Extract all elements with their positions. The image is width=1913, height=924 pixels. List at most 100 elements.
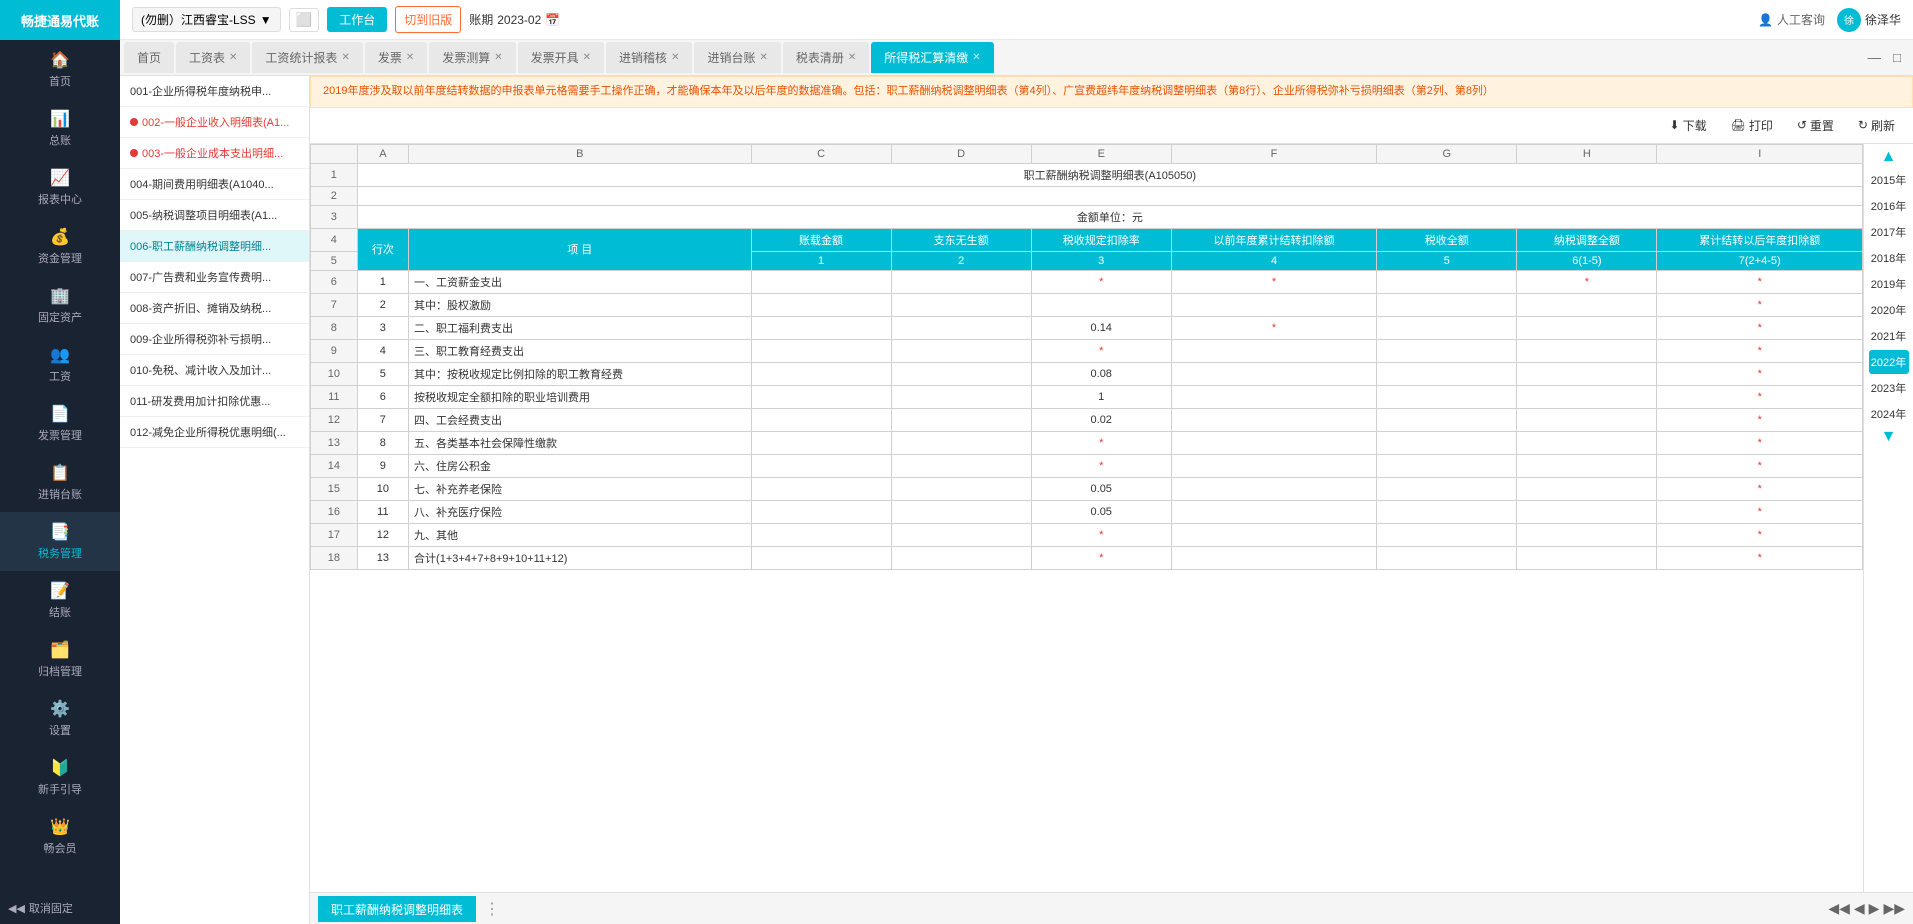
calendar-icon[interactable]: 📅	[545, 13, 560, 27]
row-8-g[interactable]	[1377, 316, 1517, 339]
row-7-h[interactable]	[1517, 293, 1657, 316]
row-12-c[interactable]	[751, 408, 891, 431]
row-13-c[interactable]	[751, 431, 891, 454]
row-11-g[interactable]	[1377, 385, 1517, 408]
refresh-btn[interactable]: ↻ 刷新	[1852, 114, 1901, 137]
file-item-012[interactable]: 012-减免企业所得税优惠明细(...	[120, 417, 309, 448]
file-item-003[interactable]: 003-一般企业成本支出明细...	[120, 138, 309, 169]
sidebar-item-capital[interactable]: 💰 资金管理	[0, 217, 120, 276]
row-18-d[interactable]	[891, 546, 1031, 569]
tab-invoice-calc-close[interactable]: ✕	[494, 52, 502, 63]
row-10-c[interactable]	[751, 362, 891, 385]
year-scroll-down-btn[interactable]: ▼	[1881, 428, 1897, 446]
file-item-011[interactable]: 011-研发费用加计扣除优惠...	[120, 386, 309, 417]
year-btn-2023[interactable]: 2023年	[1869, 376, 1909, 400]
tab-maximize-btn[interactable]: □	[1889, 48, 1905, 67]
copy-company-btn[interactable]: ⬜	[289, 8, 320, 32]
sidebar-item-report[interactable]: 📈 报表中心	[0, 158, 120, 217]
sidebar-item-tax[interactable]: 📑 税务管理	[0, 512, 120, 571]
row-13-d[interactable]	[891, 431, 1031, 454]
service-btn[interactable]: 👤 人工客询	[1758, 11, 1825, 28]
nav-last-btn[interactable]: ▶▶	[1883, 900, 1905, 917]
row-8-c[interactable]	[751, 316, 891, 339]
row-13-g[interactable]	[1377, 431, 1517, 454]
row-13-f[interactable]	[1171, 431, 1376, 454]
row-8-d[interactable]	[891, 316, 1031, 339]
year-btn-2024[interactable]: 2024年	[1869, 402, 1909, 426]
row-8-h[interactable]	[1517, 316, 1657, 339]
row-12-d[interactable]	[891, 408, 1031, 431]
tab-invoice-close[interactable]: ✕	[406, 52, 414, 63]
sidebar-item-asset[interactable]: 🏢 固定资产	[0, 276, 120, 335]
file-item-010[interactable]: 010-免税、减计收入及加计...	[120, 355, 309, 386]
sidebar-item-salary[interactable]: 👥 工资	[0, 335, 120, 394]
row-14-g[interactable]	[1377, 454, 1517, 477]
row-17-h[interactable]	[1517, 523, 1657, 546]
tab-invoice[interactable]: 发票 ✕	[365, 42, 427, 73]
row-15-c[interactable]	[751, 477, 891, 500]
sidebar-item-ledger[interactable]: 📊 总账	[0, 99, 120, 158]
tab-salary-report-close[interactable]: ✕	[341, 52, 349, 63]
row-11-d[interactable]	[891, 385, 1031, 408]
row-9-d[interactable]	[891, 339, 1031, 362]
sidebar-item-guide[interactable]: 🔰 新手引导	[0, 748, 120, 807]
row-14-c[interactable]	[751, 454, 891, 477]
nav-first-btn[interactable]: ◀◀	[1828, 900, 1850, 917]
tab-invoice-issue[interactable]: 发票开具 ✕	[518, 42, 604, 73]
row-6-g[interactable]	[1377, 270, 1517, 293]
row-16-h[interactable]	[1517, 500, 1657, 523]
row-14-f[interactable]	[1171, 454, 1376, 477]
sidebar-item-settings[interactable]: ⚙️ 设置	[0, 689, 120, 748]
year-btn-2018[interactable]: 2018年	[1869, 246, 1909, 270]
row-12-g[interactable]	[1377, 408, 1517, 431]
row-7-d[interactable]	[891, 293, 1031, 316]
year-btn-2015[interactable]: 2015年	[1869, 168, 1909, 192]
row-16-d[interactable]	[891, 500, 1031, 523]
tab-salary[interactable]: 工资表 ✕	[176, 42, 250, 73]
reset-btn[interactable]: ↺ 重置	[1791, 114, 1840, 137]
tab-home[interactable]: 首页	[124, 42, 174, 73]
row-15-g[interactable]	[1377, 477, 1517, 500]
sidebar-item-member[interactable]: 👑 畅会员	[0, 807, 120, 866]
row-10-f[interactable]	[1171, 362, 1376, 385]
sidebar-item-invoice[interactable]: 📄 发票管理	[0, 394, 120, 453]
year-btn-2022[interactable]: 2022年	[1869, 350, 1909, 374]
download-btn[interactable]: ⬇ 下载	[1664, 114, 1713, 137]
row-11-f[interactable]	[1171, 385, 1376, 408]
tab-taxbook-close[interactable]: ✕	[848, 52, 856, 63]
row-9-c[interactable]	[751, 339, 891, 362]
row-7-e[interactable]	[1031, 293, 1171, 316]
row-12-h[interactable]	[1517, 408, 1657, 431]
company-selector[interactable]: (勿删）江西睿宝-LSS ▼	[132, 7, 281, 32]
row-18-f[interactable]	[1171, 546, 1376, 569]
tab-invoice-issue-close[interactable]: ✕	[583, 52, 591, 63]
row-6-c[interactable]	[751, 270, 891, 293]
user-profile[interactable]: 徐 徐泽华	[1837, 8, 1901, 32]
year-btn-2016[interactable]: 2016年	[1869, 194, 1909, 218]
sidebar-item-archive[interactable]: 🗂️ 归档管理	[0, 630, 120, 689]
cancel-fixed-btn[interactable]: ◀◀ 取消固定	[0, 892, 120, 924]
sidebar-item-home[interactable]: 🏠 首页	[0, 40, 120, 99]
file-item-002[interactable]: 002-一般企业收入明细表(A1...	[120, 107, 309, 138]
row-15-d[interactable]	[891, 477, 1031, 500]
row-17-d[interactable]	[891, 523, 1031, 546]
row-10-h[interactable]	[1517, 362, 1657, 385]
row-10-d[interactable]	[891, 362, 1031, 385]
nav-prev-btn[interactable]: ◀	[1854, 900, 1865, 917]
tab-taxbook[interactable]: 税表清册 ✕	[783, 42, 869, 73]
row-11-c[interactable]	[751, 385, 891, 408]
row-15-f[interactable]	[1171, 477, 1376, 500]
year-scroll-up-btn[interactable]: ▲	[1881, 148, 1897, 166]
row-9-h[interactable]	[1517, 339, 1657, 362]
row-16-g[interactable]	[1377, 500, 1517, 523]
tab-ledger-close[interactable]: ✕	[759, 52, 767, 63]
row-17-g[interactable]	[1377, 523, 1517, 546]
row-18-h[interactable]	[1517, 546, 1657, 569]
bottom-tab-salary[interactable]: 职工薪酬纳税调整明细表	[318, 896, 476, 922]
year-btn-2021[interactable]: 2021年	[1869, 324, 1909, 348]
row-16-c[interactable]	[751, 500, 891, 523]
tab-salary-close[interactable]: ✕	[229, 52, 237, 63]
tab-minimize-btn[interactable]: —	[1864, 48, 1885, 67]
row-16-f[interactable]	[1171, 500, 1376, 523]
file-item-008[interactable]: 008-资产折旧、摊销及纳税...	[120, 293, 309, 324]
